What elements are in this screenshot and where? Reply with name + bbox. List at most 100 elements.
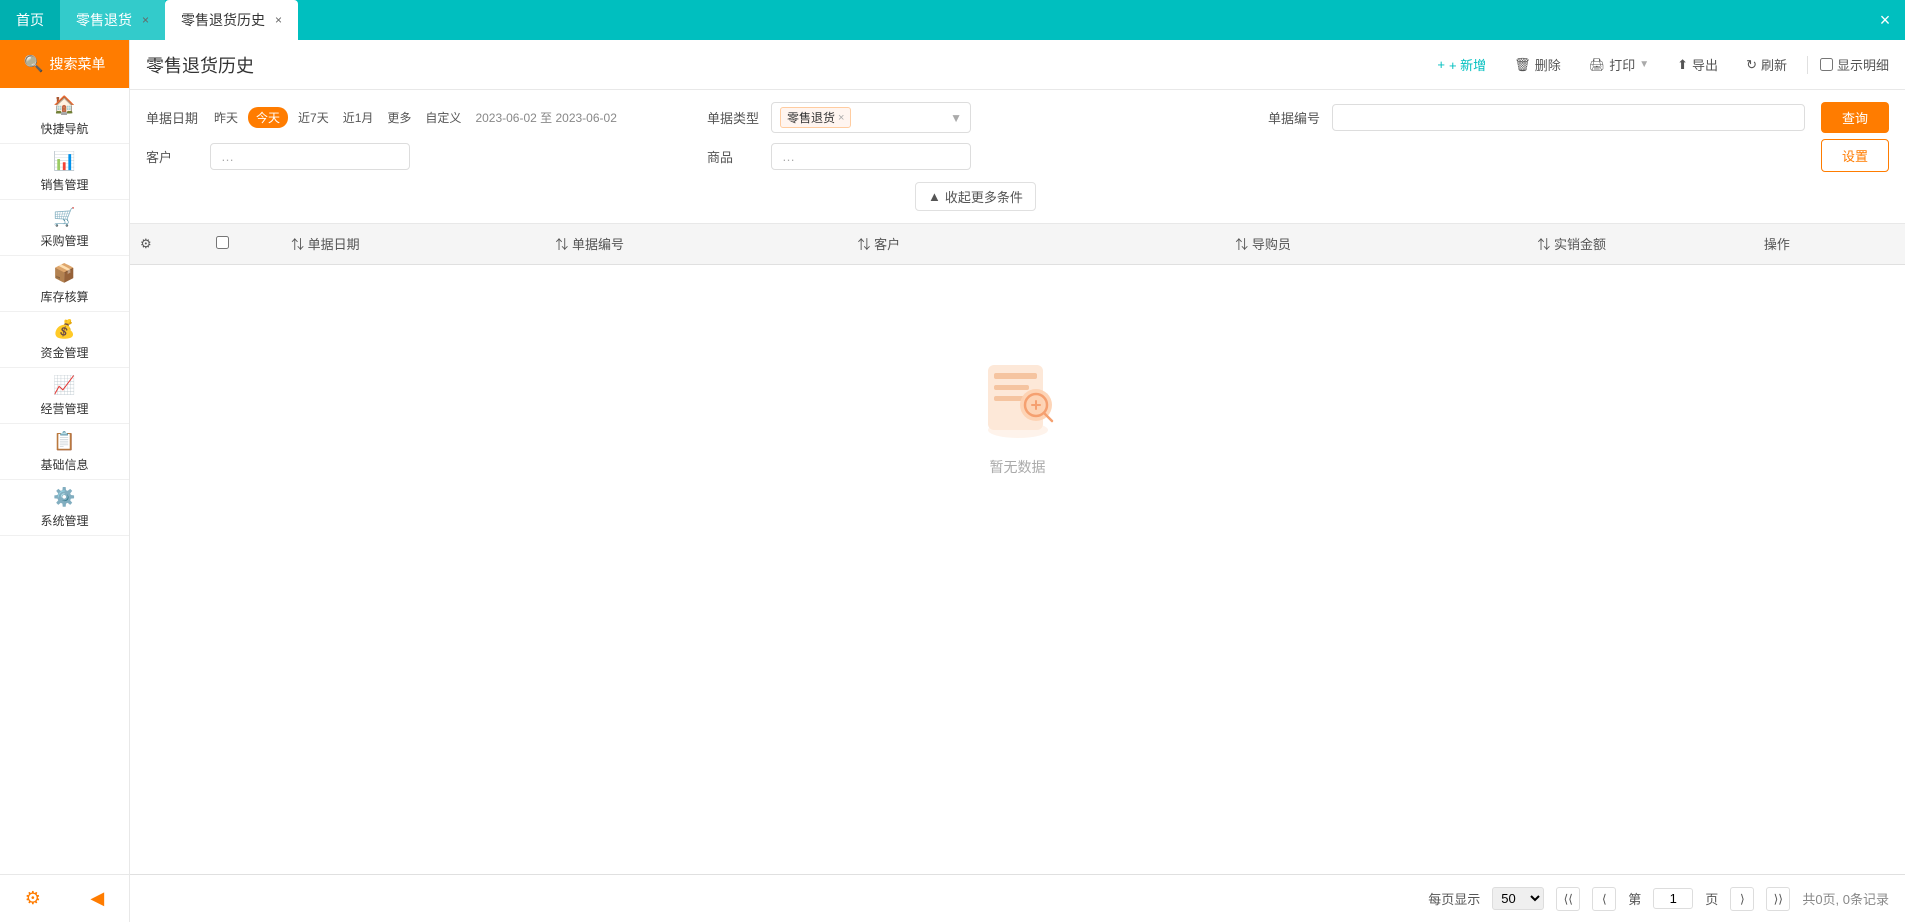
filter-goods-label: 商品 <box>707 147 763 166</box>
toolbar-divider <box>1807 56 1808 74</box>
show-detail-checkbox[interactable] <box>1820 58 1833 71</box>
page-number-input[interactable] <box>1653 888 1693 909</box>
settings-col-icon[interactable]: ⚙ <box>140 236 152 251</box>
page-label-prefix: 第 <box>1628 889 1641 908</box>
date-today[interactable]: 今天 <box>248 107 288 128</box>
show-detail-label: 显示明细 <box>1837 55 1889 74</box>
refresh-label: 刷新 <box>1761 55 1787 74</box>
sidebar-item-inventory[interactable]: 📦 库存核算 <box>0 256 129 312</box>
prev-page-button[interactable]: ⟨ <box>1592 887 1616 911</box>
filter-type-select[interactable]: 零售退货 × ▼ <box>771 102 971 133</box>
collapse-filter-button[interactable]: ▲ 收起更多条件 <box>915 182 1036 211</box>
sidebar-item-finance-label: 资金管理 <box>40 344 88 361</box>
col-customer: ⇅ 客户 <box>848 224 1226 264</box>
collapse-sidebar-icon[interactable]: ◀ <box>90 888 104 909</box>
next-page-button[interactable]: ⟩ <box>1730 887 1754 911</box>
system-icon: ⚙️ <box>53 487 75 508</box>
toolbar: + + 新增 🗑 删除 🖨 打印 ▼ ⬆ 导出 ↻ <box>1429 51 1889 78</box>
export-button[interactable]: ⬆ 导出 <box>1669 51 1726 78</box>
filter-date-label: 单据日期 <box>146 108 202 127</box>
last-page-button[interactable]: ⟩⟩ <box>1766 887 1790 911</box>
col-customer-label: ⇅ 客户 <box>858 237 901 252</box>
sidebar-item-quick-nav[interactable]: 🏠 快捷导航 <box>0 88 129 144</box>
tab-retail-return-label: 零售退货 <box>76 10 132 30</box>
sidebar-item-purchase-label: 采购管理 <box>40 232 88 249</box>
delete-icon: 🗑 <box>1514 57 1531 73</box>
top-bar: 首页 零售退货 × 零售退货历史 × × <box>0 0 1905 40</box>
tab-retail-return-history[interactable]: 零售退货历史 × <box>165 0 298 40</box>
filter-type-item: 单据类型 零售退货 × ▼ <box>707 102 1244 133</box>
empty-state: 暂无数据 <box>130 265 1905 557</box>
col-guide-label: ⇅ 导购员 <box>1235 237 1291 252</box>
date-yesterday[interactable]: 昨天 <box>210 107 242 128</box>
query-button[interactable]: 查询 <box>1821 102 1889 133</box>
filter-number-input[interactable] <box>1332 104 1805 131</box>
show-detail-group: 显示明细 <box>1820 55 1889 74</box>
sidebar-item-basic-info[interactable]: 📋 基础信息 <box>0 424 129 480</box>
sidebar-item-operations[interactable]: 📈 经营管理 <box>0 368 129 424</box>
settings-button[interactable]: 设置 <box>1821 139 1889 172</box>
col-check <box>206 224 282 264</box>
inventory-icon: 📦 <box>53 263 75 284</box>
sidebar-item-basic-info-label: 基础信息 <box>40 456 88 473</box>
sidebar-search-button[interactable]: 🔍 搜索菜单 <box>0 40 129 88</box>
sidebar-item-system-label: 系统管理 <box>40 512 88 529</box>
print-label: 打印 <box>1609 55 1635 74</box>
tab-list: 首页 零售退货 × 零售退货历史 × <box>0 0 1865 40</box>
sidebar-item-purchase[interactable]: 🛒 采购管理 <box>0 200 129 256</box>
empty-state-illustration <box>968 345 1068 445</box>
date-custom[interactable]: 自定义 <box>421 107 465 128</box>
col-date-label: ⇅ 单据日期 <box>291 237 360 252</box>
tab-retail-return-close[interactable]: × <box>142 13 149 27</box>
print-button[interactable]: 🖨 打印 ▼ <box>1581 51 1657 78</box>
tab-home-label: 首页 <box>16 10 44 30</box>
select-all-checkbox[interactable] <box>216 236 229 249</box>
refresh-icon: ↻ <box>1746 57 1757 73</box>
action-buttons: 查询 设置 <box>1821 102 1889 172</box>
refresh-button[interactable]: ↻ 刷新 <box>1738 51 1795 78</box>
home-icon: 🏠 <box>53 95 75 116</box>
col-action-label: 操作 <box>1764 237 1790 252</box>
delete-button[interactable]: 🗑 删除 <box>1506 51 1569 78</box>
filter-customer-input[interactable]: … <box>210 143 410 170</box>
content-area: 零售退货历史 + + 新增 🗑 删除 🖨 打印 ▼ ⬆ 导出 <box>130 40 1905 922</box>
per-page-select[interactable]: 50 10 20 100 <box>1492 887 1544 910</box>
date-7days[interactable]: 近7天 <box>294 107 333 128</box>
filter-date-group: 昨天 今天 近7天 近1月 更多 自定义 2023-06-02 至 2023-0… <box>210 107 683 128</box>
col-guide: ⇅ 导购员 <box>1225 224 1527 264</box>
sidebar-item-quick-nav-label: 快捷导航 <box>40 120 88 137</box>
filter-customer-label: 客户 <box>146 147 202 166</box>
tab-retail-return[interactable]: 零售退货 × <box>60 0 165 40</box>
filter-type-tag-close[interactable]: × <box>838 112 844 124</box>
filter-goods-input[interactable]: … <box>771 143 971 170</box>
search-icon: 🔍 <box>24 54 44 74</box>
window-close-button[interactable]: × <box>1865 0 1905 40</box>
date-range-display: 2023-06-02 至 2023-06-02 <box>475 109 616 126</box>
date-more[interactable]: 更多 <box>383 107 415 128</box>
settings-gear-icon[interactable]: ⚙ <box>25 888 41 909</box>
sidebar-search-label: 搜索菜单 <box>49 54 105 74</box>
per-page-label: 每页显示 <box>1428 889 1480 908</box>
col-date: ⇅ 单据日期 <box>281 224 545 264</box>
sidebar-item-sales[interactable]: 📊 销售管理 <box>0 144 129 200</box>
tab-retail-return-history-close[interactable]: × <box>275 13 282 27</box>
finance-icon: 💰 <box>53 319 75 340</box>
table-container: ⚙ ⇅ 单据日期 ⇅ 单据编号 ⇅ 客户 <box>130 224 1905 874</box>
page-label-suffix: 页 <box>1705 889 1718 908</box>
date-1month[interactable]: 近1月 <box>339 107 378 128</box>
sidebar-bottom: ⚙ ◀ <box>0 874 129 922</box>
filter-goods-item: 商品 … <box>707 143 1244 170</box>
pagination-info: 共0页, 0条记录 <box>1802 889 1889 908</box>
first-page-button[interactable]: ⟨⟨ <box>1556 887 1580 911</box>
delete-label: 删除 <box>1535 55 1561 74</box>
new-button[interactable]: + + 新增 <box>1429 51 1494 78</box>
sales-icon: 📊 <box>53 151 75 172</box>
filter-area: 单据日期 昨天 今天 近7天 近1月 更多 自定义 2023-06-02 至 2… <box>130 90 1905 224</box>
col-number-label: ⇅ 单据编号 <box>555 237 624 252</box>
collapse-icon: ▲ <box>928 189 941 204</box>
filter-type-label: 单据类型 <box>707 108 763 127</box>
tab-home[interactable]: 首页 <box>0 0 60 40</box>
sidebar-item-finance[interactable]: 💰 资金管理 <box>0 312 129 368</box>
sidebar-item-system[interactable]: ⚙️ 系统管理 <box>0 480 129 536</box>
filter-row-2: 客户 … 商品 … <box>146 143 1805 170</box>
